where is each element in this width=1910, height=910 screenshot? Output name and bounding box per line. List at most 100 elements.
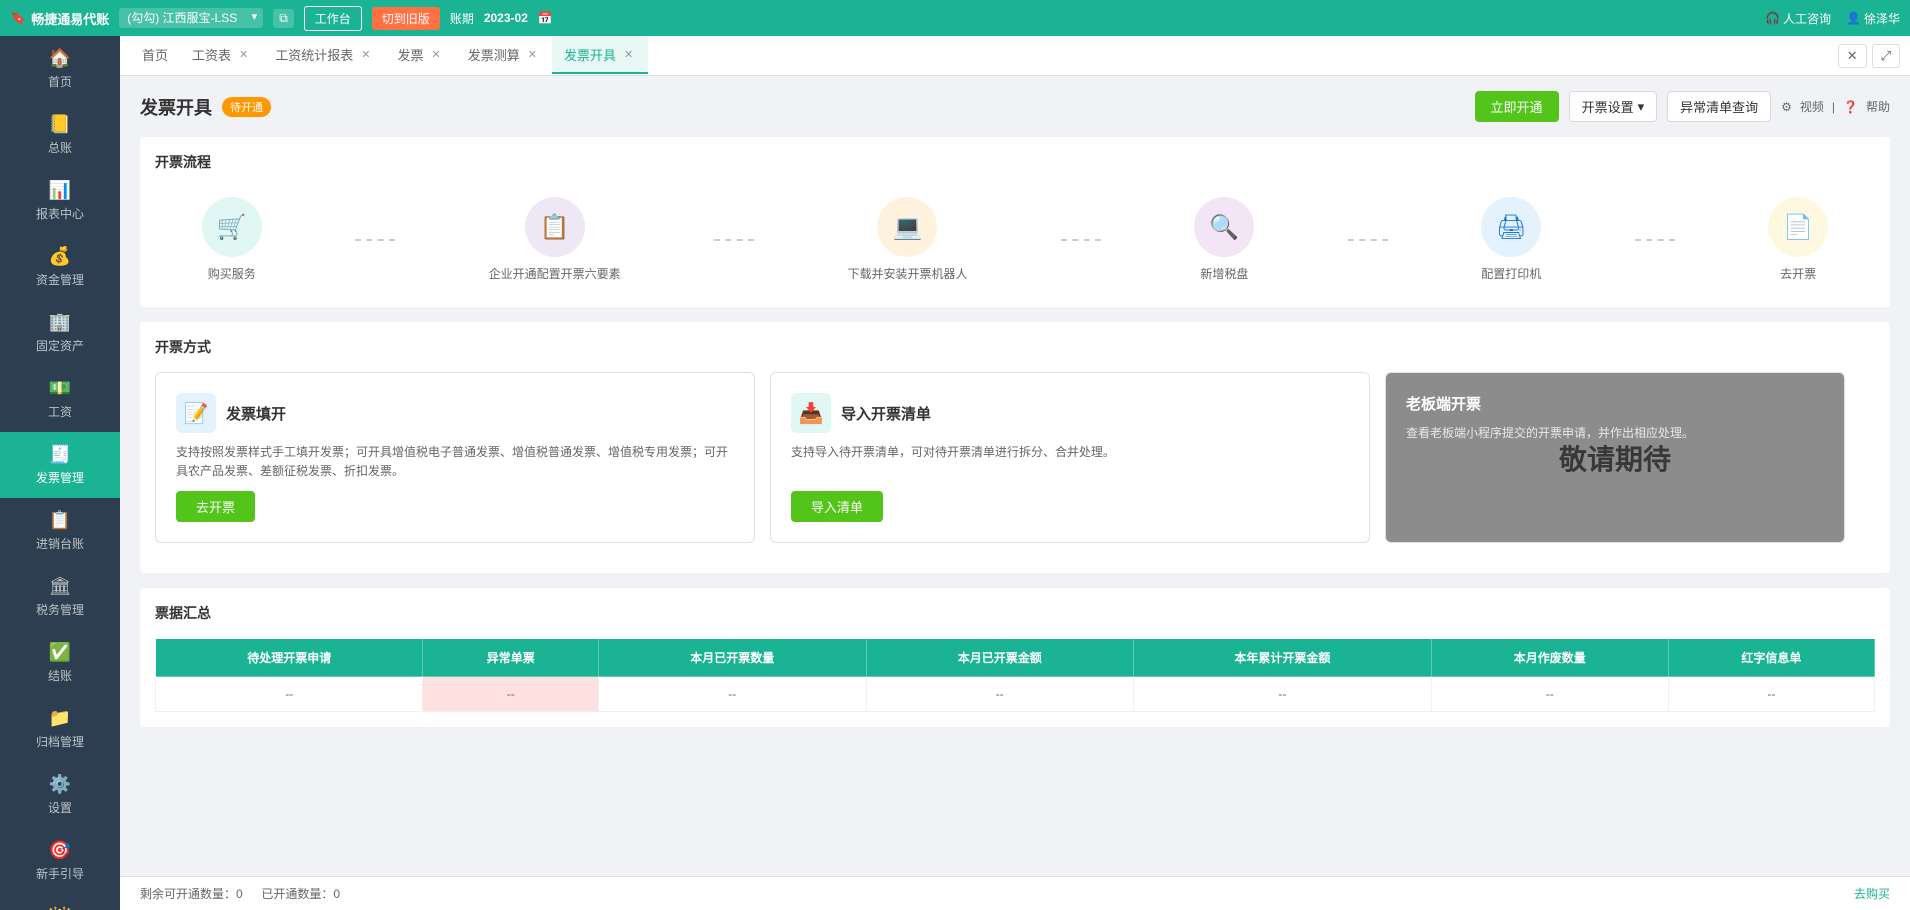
- tab-label-invoice-calc: 发票测算: [468, 45, 520, 64]
- process-label-config-printer: 配置打印机: [1481, 265, 1541, 282]
- sidebar-item-member[interactable]: 👑 畅会员: [0, 894, 120, 910]
- import-desc: 支持导入待开票清单，可对待开票清单进行拆分、合并处理。: [791, 443, 1349, 462]
- activate-button[interactable]: 立即开通: [1475, 91, 1559, 122]
- process-step-add-taxbox[interactable]: 🔍 新增税盘: [1194, 197, 1254, 282]
- sidebar-item-settlement[interactable]: ✅ 结账: [0, 630, 120, 696]
- go-invoice-button[interactable]: 去开票: [176, 491, 255, 522]
- sidebar-item-funds[interactable]: 💰 资金管理: [0, 234, 120, 300]
- help-settings-icon: ⚙: [1781, 100, 1792, 114]
- sidebar-label-tax: 税务管理: [36, 601, 84, 618]
- process-arrow-1: [714, 239, 754, 241]
- tab-salary-report[interactable]: 工资统计报表✕: [263, 37, 385, 74]
- abnormal-query-button[interactable]: 异常清单查询: [1667, 91, 1771, 122]
- manual-billing-card: 📝 发票填开 支持按照发票样式手工填开发票；可开具增值税电子普通发票、增值税普通…: [155, 372, 755, 543]
- logo-icon: 🔖: [10, 10, 26, 26]
- sidebar-item-settings[interactable]: ⚙️ 设置: [0, 762, 120, 828]
- tab-close-salary-table[interactable]: ✕: [236, 47, 251, 62]
- tab-salary-table[interactable]: 工资表✕: [180, 37, 263, 74]
- process-icon-config-printer: 🖨: [1481, 197, 1541, 257]
- summary-data-cell: --: [1133, 677, 1431, 712]
- workbench-button[interactable]: 工作台: [304, 6, 362, 31]
- sidebar-label-salary: 工资: [48, 403, 72, 420]
- process-step-download-robot[interactable]: 💻 下载并安装开票机器人: [847, 197, 967, 282]
- summary-tbody: --------------: [156, 677, 1875, 712]
- headset-icon: 🎧: [1765, 11, 1780, 25]
- top-bar-right: 🎧 人工咨询 👤 徐泽华: [1765, 10, 1900, 27]
- process-icon-download-robot: 💻: [877, 197, 937, 257]
- company-selector-wrapper[interactable]: (勾勾) 江西服宝-LSS: [119, 8, 263, 28]
- old-version-title: 老板端开票: [1406, 393, 1481, 414]
- tab-invoice-calc[interactable]: 发票测算 ✕: [456, 37, 552, 74]
- tab-invoice[interactable]: 发票 ✕: [385, 37, 455, 74]
- process-label-buy-service: 购买服务: [208, 265, 256, 282]
- tabs-container: 首页工资表✕工资统计报表✕发票✕发票测算✕发票开具✕: [130, 37, 648, 74]
- process-label-add-taxbox: 新增税盘: [1200, 265, 1248, 282]
- reports-icon: 📊: [49, 180, 71, 201]
- tab-invoice-tool[interactable]: 发票开具✕: [552, 37, 648, 74]
- company-selector[interactable]: (勾勾) 江西服宝-LSS: [119, 8, 263, 28]
- period-value: 2023-02: [484, 11, 528, 25]
- sidebar-item-purchase[interactable]: 📋 进销台账: [0, 498, 120, 564]
- calendar-icon[interactable]: 📅: [538, 11, 553, 25]
- user-name[interactable]: 👤 徐泽华: [1846, 10, 1900, 27]
- process-step-config-enterprise[interactable]: 📋 企业开通配置开票六要素: [489, 197, 621, 282]
- sidebar-label-guide: 新手引导: [36, 865, 84, 882]
- settings-button[interactable]: 开票设置 ▾: [1569, 91, 1658, 122]
- process-arrow-4: [1635, 239, 1675, 241]
- import-list-button[interactable]: 导入清单: [791, 491, 883, 522]
- summary-data-cell: --: [866, 677, 1133, 712]
- tab-close-invoice-tool[interactable]: ✕: [621, 47, 636, 62]
- process-arrow-2: [1061, 239, 1101, 241]
- sidebar-item-reports[interactable]: 📊 报表中心: [0, 168, 120, 234]
- summary-header-cell: 红字信息单: [1668, 639, 1874, 677]
- tab-close-invoice-calc[interactable]: ✕: [525, 47, 540, 62]
- sidebar-item-salary[interactable]: 💵 工资: [0, 366, 120, 432]
- process-step-config-printer[interactable]: 🖨 配置打印机: [1481, 197, 1541, 282]
- app-logo: 🔖 畅捷通易代账: [10, 9, 109, 28]
- salary-icon: 💵: [49, 378, 71, 399]
- buy-link[interactable]: 去购买: [1854, 885, 1890, 902]
- manual-title: 发票填开: [226, 403, 286, 424]
- tab-home[interactable]: 首页: [130, 37, 180, 74]
- old-version-button[interactable]: 切到旧版: [372, 7, 440, 30]
- process-icon-buy-service: 🛒: [202, 197, 262, 257]
- summary-data-cell: --: [156, 677, 423, 712]
- tab-close-invoice[interactable]: ✕: [429, 47, 444, 62]
- tab-close-salary-report[interactable]: ✕: [358, 47, 373, 62]
- funds-icon: 💰: [49, 246, 71, 267]
- summary-header-cell: 本年累计开票金额: [1133, 639, 1431, 677]
- sidebar-item-assets[interactable]: 🏢 固定资产: [0, 300, 120, 366]
- sidebar-item-ledger[interactable]: 📒 总账: [0, 102, 120, 168]
- bottom-bar: 剩余可开通数量：0 已开通数量：0 去购买: [120, 876, 1910, 910]
- process-step-buy-service[interactable]: 🛒 购买服务: [202, 197, 262, 282]
- tab-label-invoice: 发票: [397, 45, 423, 64]
- summary-data-cell: --: [1431, 677, 1668, 712]
- summary-header-cell: 本月已开票金额: [866, 639, 1133, 677]
- sidebar-item-guide[interactable]: 🎯 新手引导: [0, 828, 120, 894]
- remaining-label: 剩余可开通数量：0: [140, 887, 243, 901]
- sidebar-item-archive[interactable]: 📁 归档管理: [0, 696, 120, 762]
- user-service[interactable]: 🎧 人工咨询: [1765, 10, 1831, 27]
- sidebar-item-invoice[interactable]: 🧾 发票管理: [0, 432, 120, 498]
- period-label: 账期: [450, 10, 474, 27]
- coming-soon-label: 敬请期待: [1559, 438, 1671, 478]
- opened-label: 已开通数量：0: [261, 887, 340, 901]
- sidebar-label-archive: 归档管理: [36, 733, 84, 750]
- sidebar-label-home: 首页: [48, 73, 72, 90]
- sidebar: 🏠 首页 📒 总账 📊 报表中心 💰 资金管理 🏢 固定资产 💵 工资 🧾 发票…: [0, 36, 120, 910]
- process-title: 开票流程: [155, 152, 1875, 172]
- process-arrow-3: [1348, 239, 1388, 241]
- tab-close-all[interactable]: ✕: [1838, 44, 1867, 68]
- tab-restore[interactable]: ⤢: [1872, 44, 1900, 68]
- copy-button[interactable]: ⧉: [273, 9, 294, 28]
- sidebar-label-settlement: 结账: [48, 667, 72, 684]
- page-title: 发票开具: [140, 94, 212, 120]
- help-view-label: 视频: [1800, 98, 1824, 115]
- separator: [246, 887, 258, 901]
- process-label-download-robot: 下载并安装开票机器人: [847, 265, 967, 282]
- sidebar-item-home[interactable]: 🏠 首页: [0, 36, 120, 102]
- chevron-down-icon: ▾: [1638, 99, 1645, 115]
- sidebar-item-tax[interactable]: 🏛 税务管理: [0, 564, 120, 630]
- summary-section: 票据汇总 待处理开票申请异常单票本月已开票数量本月已开票金额本年累计开票金额本月…: [140, 588, 1890, 727]
- process-step-open-invoice[interactable]: 📄 去开票: [1768, 197, 1828, 282]
